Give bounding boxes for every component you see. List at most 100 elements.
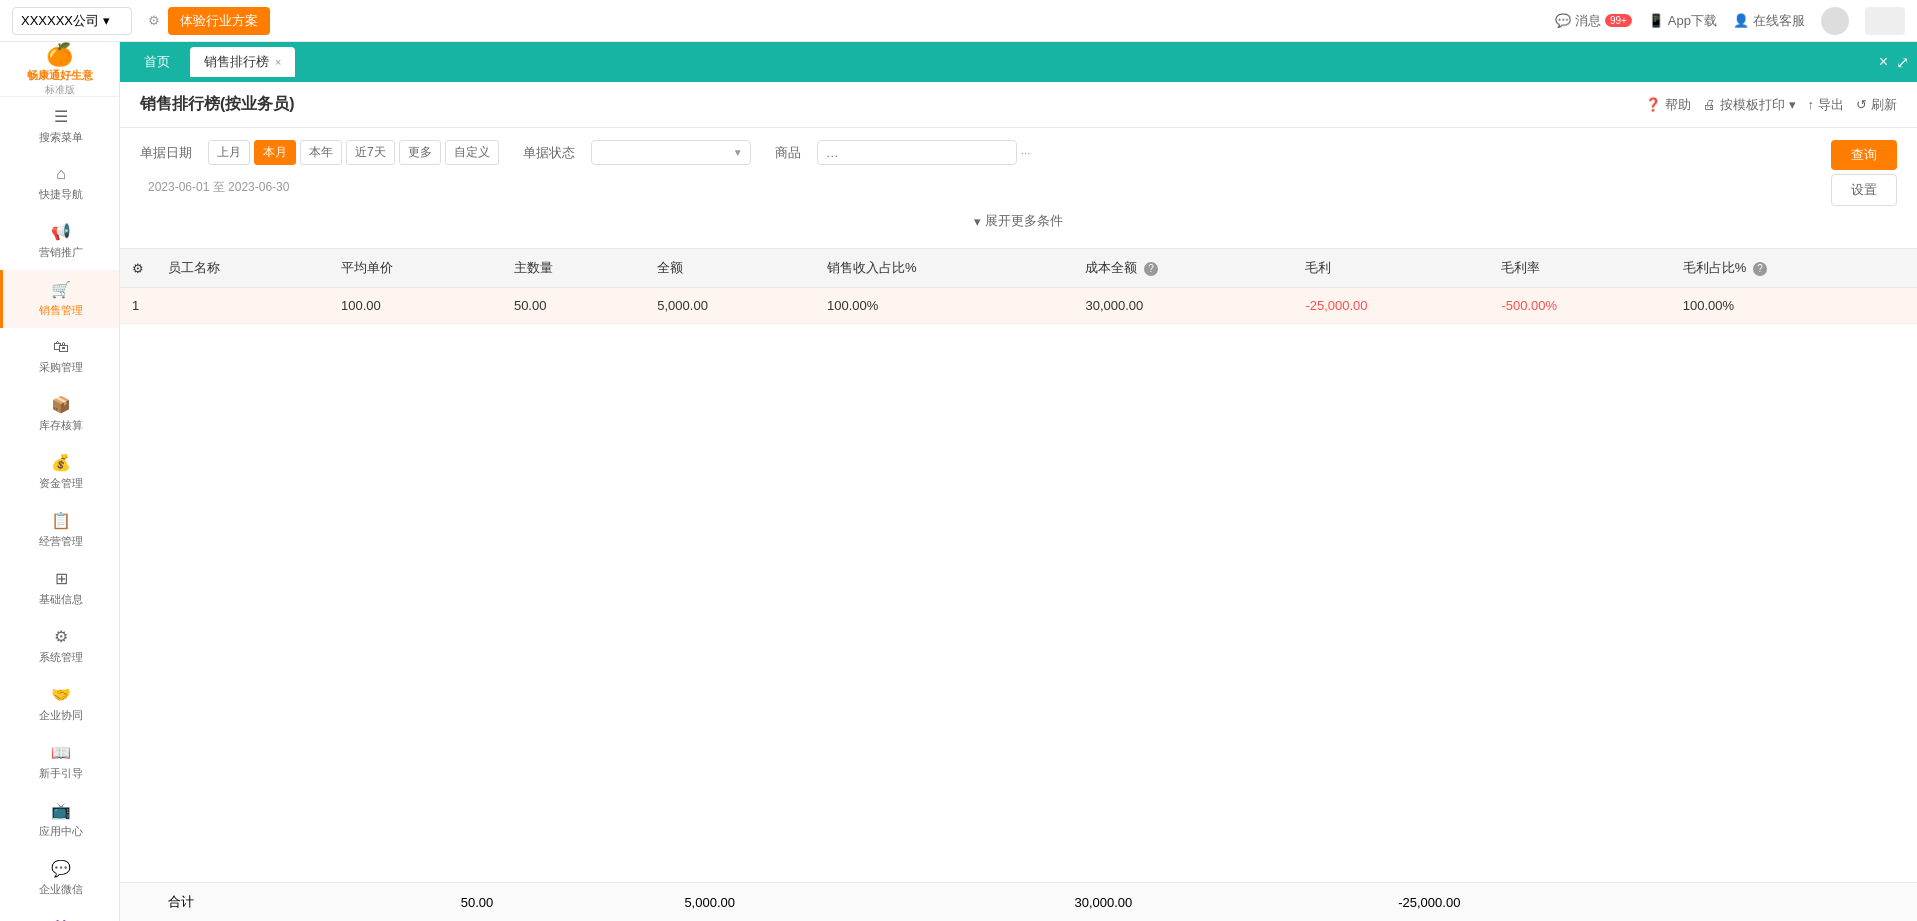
cost-info-icon[interactable]: ? — [1144, 262, 1158, 276]
refresh-icon: ↺ — [1856, 97, 1867, 112]
prev-month-btn[interactable]: 上月 — [208, 140, 250, 165]
help-label: 帮助 — [1665, 96, 1691, 114]
col-header-gross: 毛利 — [1293, 249, 1489, 288]
sidebar-item-weixin[interactable]: 💬 企业微信 — [0, 849, 119, 907]
sidebar-item-system[interactable]: ⚙ 系统管理 — [0, 617, 119, 675]
col-header-gross-pct: 毛利占比% ? — [1671, 249, 1917, 288]
sidebar-item-search[interactable]: ☰ 搜索菜单 — [0, 97, 119, 155]
settings-button[interactable]: 设置 — [1831, 174, 1897, 206]
sidebar-item-basic[interactable]: ⊞ 基础信息 — [0, 559, 119, 617]
tab-sales-ranking[interactable]: 销售排行榜 × — [190, 47, 295, 77]
col-header-qty: 主数量 — [502, 249, 645, 288]
logo-sub: 标准版 — [45, 83, 75, 97]
cell-gross-rate: -500.00% — [1489, 288, 1670, 324]
inventory-icon: 📦 — [51, 395, 71, 414]
sidebar-item-quick[interactable]: ⌂ 快捷导航 — [0, 155, 119, 212]
cell-cost: 30,000.00 — [1073, 288, 1293, 324]
sidebar-label-marketing: 营销推广 — [39, 245, 83, 260]
company-selector[interactable]: XXXXXX公司 ▾ — [12, 7, 132, 35]
marketing-icon: 📢 — [51, 222, 71, 241]
apps-icon: 📺 — [51, 801, 71, 820]
status-filter-row: 单据状态 — [523, 140, 751, 165]
date-label: 单据日期 — [140, 144, 192, 162]
system-icon: ⚙ — [54, 627, 68, 646]
page-actions: ❓ 帮助 🖨 按模板打印 ▾ ↑ 导出 ↺ 刷新 — [1645, 96, 1898, 114]
page-header: 销售排行榜(按业务员) ❓ 帮助 🖨 按模板打印 ▾ ↑ 导出 — [120, 82, 1917, 128]
help-button[interactable]: ❓ 帮助 — [1645, 96, 1691, 114]
more-btn[interactable]: 更多 — [399, 140, 441, 165]
tab-close-icon[interactable]: × — [275, 56, 281, 68]
sidebar-item-guide[interactable]: 📖 新手引导 — [0, 733, 119, 791]
footer-qty: 50.00 — [449, 883, 673, 921]
goods-more-icon[interactable]: ··· — [1021, 146, 1031, 160]
sidebar-item-operation[interactable]: 📋 经营管理 — [0, 501, 119, 559]
col-header-sales-pct: 销售收入占比% — [815, 249, 1073, 288]
query-button[interactable]: 查询 — [1831, 140, 1897, 170]
app-icon: 📱 — [1648, 13, 1664, 28]
settings-icon[interactable]: ⚙ — [148, 13, 160, 28]
goods-label: 商品 — [775, 144, 801, 162]
export-label: 导出 — [1818, 96, 1844, 114]
sidebar-label-weixin: 企业微信 — [39, 882, 83, 897]
tab-bar-right: × ⤢ — [1879, 53, 1909, 72]
cell-gross-pct: 100.00% — [1671, 288, 1917, 324]
tab-home[interactable]: 首页 — [128, 47, 186, 77]
page-title: 销售排行榜(按业务员) — [140, 94, 295, 115]
footer-gross-rate — [1727, 883, 1822, 921]
app-download-label: App下载 — [1668, 12, 1717, 30]
col-header-settings[interactable]: ⚙ — [120, 249, 156, 288]
sales-icon: 🛒 — [51, 280, 71, 299]
tab-maximize-icon[interactable]: ⤢ — [1896, 53, 1909, 72]
custom-btn[interactable]: 自定义 — [445, 140, 499, 165]
recent7-btn[interactable]: 近7天 — [346, 140, 395, 165]
message-btn[interactable]: 💬 消息 99+ — [1555, 12, 1632, 30]
sidebar-label-finance: 资金管理 — [39, 476, 83, 491]
tab-close-window-icon[interactable]: × — [1879, 53, 1888, 71]
footer-table: 合计 50.00 5,000.00 30,000.00 -25,000.00 — [120, 883, 1917, 921]
sidebar-item-corp[interactable]: 🤝 企业协同 — [0, 675, 119, 733]
grosspct-info-icon[interactable]: ? — [1753, 262, 1767, 276]
sidebar-item-apps[interactable]: 📺 应用中心 — [0, 791, 119, 849]
guide-icon: 📖 — [51, 743, 71, 762]
online-service-btn[interactable]: 👤 在线客服 — [1733, 12, 1805, 30]
chevron-down-icon: ▾ — [103, 13, 110, 28]
sidebar-label-operation: 经营管理 — [39, 534, 83, 549]
user-name[interactable] — [1865, 7, 1905, 35]
sidebar-item-purchase[interactable]: 🛍 采购管理 — [0, 328, 119, 385]
data-table: ⚙ 员工名称 平均单价 主数量 全额 销售收入占比% 成本全额 ? — [120, 249, 1917, 324]
status-select[interactable] — [591, 140, 751, 165]
sidebar-item-inventory[interactable]: 📦 库存核算 — [0, 385, 119, 443]
date-filter-row: 单据日期 上月 本月 本年 近7天 更多 自定义 — [140, 140, 499, 165]
sidebar-item-member[interactable]: V 畅会员 — [0, 907, 119, 921]
goods-input[interactable] — [817, 140, 1017, 165]
weixin-icon: 💬 — [51, 859, 71, 878]
logo-text: 畅康通好生意 — [27, 68, 93, 83]
sidebar-label-inventory: 库存核算 — [39, 418, 83, 433]
cell-rank: 1 — [120, 288, 156, 324]
sidebar-item-marketing[interactable]: 📢 营销推广 — [0, 212, 119, 270]
avatar[interactable] — [1821, 7, 1849, 35]
filter-bar: 单据日期 上月 本月 本年 近7天 更多 自定义 2023-06-01 至 20… — [120, 128, 1917, 249]
search-icon: ☰ — [54, 107, 68, 126]
trial-button[interactable]: 体验行业方案 — [168, 7, 270, 35]
expand-label: 展开更多条件 — [985, 212, 1063, 230]
this-month-btn[interactable]: 本月 — [254, 140, 296, 165]
company-name: XXXXXX公司 — [21, 12, 99, 30]
date-period-group: 上月 本月 本年 近7天 更多 自定义 — [208, 140, 499, 165]
cell-sales-pct: 100.00% — [815, 288, 1073, 324]
footer-empty-1 — [120, 883, 156, 921]
tab-label: 销售排行榜 — [204, 53, 269, 71]
print-button[interactable]: 🖨 按模板打印 ▾ — [1703, 96, 1796, 114]
this-year-btn[interactable]: 本年 — [300, 140, 342, 165]
refresh-label: 刷新 — [1871, 96, 1897, 114]
cell-gross: -25,000.00 — [1293, 288, 1489, 324]
app-download-btn[interactable]: 📱 App下载 — [1648, 12, 1717, 30]
col-header-avg-price: 平均单价 — [329, 249, 502, 288]
sidebar-item-finance[interactable]: 💰 资金管理 — [0, 443, 119, 501]
refresh-button[interactable]: ↺ 刷新 — [1856, 96, 1897, 114]
col-header-cost: 成本全额 ? — [1073, 249, 1293, 288]
sidebar: 🍊 畅康通好生意 标准版 ☰ 搜索菜单 ⌂ 快捷导航 📢 营销推广 🛒 销售管理… — [0, 42, 120, 921]
sidebar-item-sales[interactable]: 🛒 销售管理 — [0, 270, 119, 328]
expand-button[interactable]: ▾ 展开更多条件 — [974, 212, 1063, 230]
export-button[interactable]: ↑ 导出 — [1808, 96, 1845, 114]
